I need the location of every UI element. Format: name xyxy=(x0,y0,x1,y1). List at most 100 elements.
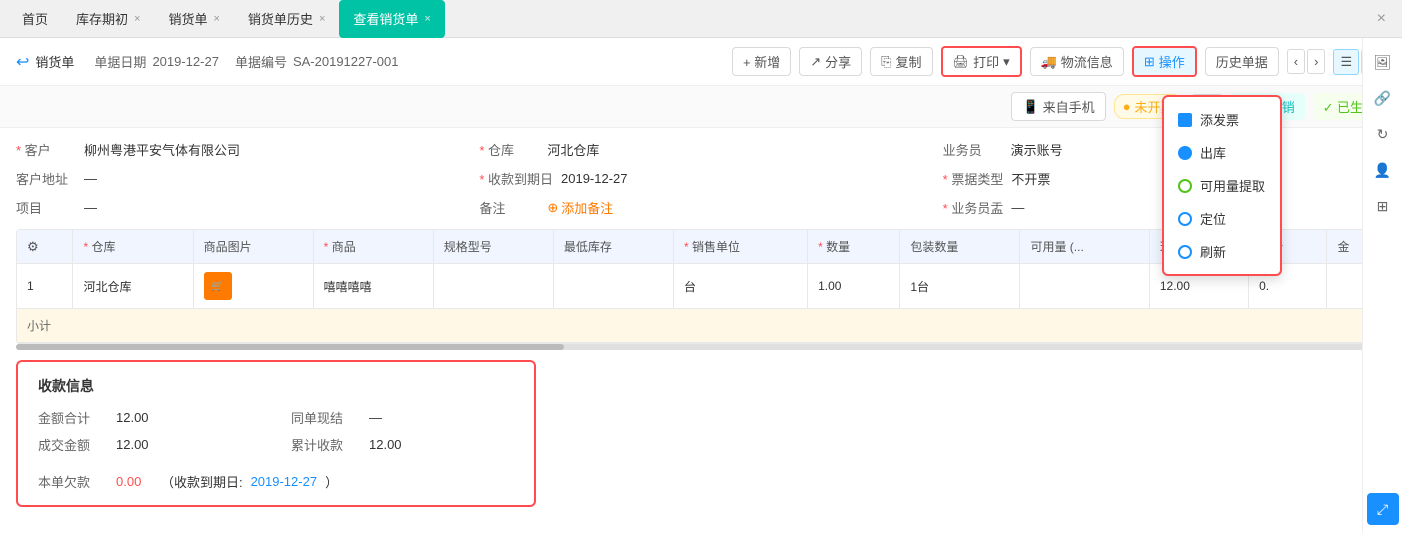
add-remark-button[interactable]: ⊕ 添加备注 xyxy=(547,198,613,217)
prev-button[interactable]: ‹ xyxy=(1287,49,1305,74)
sidebar-expand-button[interactable]: ⤢ xyxy=(1367,493,1399,525)
next-button[interactable]: › xyxy=(1307,49,1325,74)
main-content: ↩ 销货单 单据日期 2019-12-27 单据编号 SA-20191227-0… xyxy=(0,38,1402,533)
project-field: 项目 — xyxy=(16,198,459,217)
employee-label: 业务员 xyxy=(943,140,1003,159)
operate-dropdown: 添发票 出库 可用量提取 定位 刷新 xyxy=(1162,95,1282,276)
print-icon: 🖨 xyxy=(953,54,970,70)
row-spec xyxy=(433,264,553,309)
employee-value: 演示账号 xyxy=(1011,140,1063,159)
cumulative-label: 累计收款 xyxy=(291,435,361,454)
settings-icon[interactable]: ⚙ xyxy=(27,239,39,254)
document-actions: + 新增 ↗ 分享 ⎘ 复制 🖨 打印 ▾ 🚚 物流信息 ⊞ 操作 xyxy=(732,46,1386,77)
right-sidebar: 🖼 🔗 ↻ 👤 ⊞ ⤢ xyxy=(1362,38,1402,533)
address-label: 客户地址 xyxy=(16,169,76,188)
print-dropdown-icon: ▾ xyxy=(1003,54,1010,70)
col-quantity: 数量 xyxy=(808,230,900,264)
operate-icon: ⊞ xyxy=(1144,54,1155,70)
col-spec: 规格型号 xyxy=(433,230,553,264)
doc-type-label: 销货单 xyxy=(35,52,74,71)
payment-section: 收款信息 金额合计 12.00 同单现结 — 成交金额 12.00 累计收款 1… xyxy=(16,360,536,507)
document-title: ↩ 销货单 xyxy=(16,52,74,72)
truck-icon: 🚚 xyxy=(1041,54,1057,70)
sidebar-refresh-button[interactable]: ↻ xyxy=(1367,118,1399,150)
share-button[interactable]: ↗ 分享 xyxy=(799,47,862,76)
new-button[interactable]: + 新增 xyxy=(732,47,791,76)
view-list-button[interactable]: ☰ xyxy=(1333,49,1359,75)
horizontal-scrollbar[interactable] xyxy=(16,344,1386,350)
logistics-button[interactable]: 🚚 物流信息 xyxy=(1030,47,1124,76)
salesperson-value: — xyxy=(1011,200,1024,215)
same-order-value: — xyxy=(369,410,382,425)
subtotal-row: 小计 xyxy=(17,309,1385,343)
due-date-label: 收款到期日 xyxy=(479,169,553,188)
due-note xyxy=(149,474,153,489)
doc-date-item: 单据日期 2019-12-27 xyxy=(94,52,219,71)
copy-icon: ⎘ xyxy=(881,54,891,70)
due-date-field: 收款到期日 2019-12-27 xyxy=(479,169,922,188)
scroll-thumb[interactable] xyxy=(16,344,564,350)
warehouse-field: 仓库 河北仓库 xyxy=(479,140,922,159)
col-product: 商品 xyxy=(313,230,433,264)
from-phone-button[interactable]: 📱 来自手机 xyxy=(1011,92,1105,121)
payment-grid: 金额合计 12.00 同单现结 — 成交金额 12.00 累计收款 12.00 xyxy=(38,408,514,466)
tab-view-sales[interactable]: 查看销货单 × xyxy=(339,0,444,38)
project-label: 项目 xyxy=(16,198,76,217)
sidebar-link-button[interactable]: 🔗 xyxy=(1367,82,1399,114)
invoice-icon xyxy=(1178,113,1192,127)
tab-inventory-close[interactable]: × xyxy=(134,13,140,25)
sidebar-image-button[interactable]: 🖼 xyxy=(1367,46,1399,78)
share-icon: ↗ xyxy=(810,54,821,70)
nav-arrows: ‹ › xyxy=(1287,49,1326,74)
tab-history-close[interactable]: × xyxy=(319,13,325,25)
refresh-item[interactable]: 刷新 xyxy=(1164,235,1280,268)
address-field: 客户地址 — xyxy=(16,169,459,188)
print-button[interactable]: 🖨 打印 ▾ xyxy=(941,46,1022,77)
doc-date-value: 2019-12-27 xyxy=(152,54,219,69)
stock-out-icon xyxy=(1178,146,1192,160)
row-product: 嘻嘻嘻嘻 xyxy=(313,264,433,309)
operate-button[interactable]: ⊞ 操作 xyxy=(1132,46,1197,77)
warehouse-label: 仓库 xyxy=(479,140,539,159)
document-meta: 单据日期 2019-12-27 单据编号 SA-20191227-001 xyxy=(94,52,398,71)
amount-total-value: 12.00 xyxy=(116,410,149,425)
row-unit: 台 xyxy=(674,264,808,309)
customer-field: 客户 柳州粤港平安气体有限公司 xyxy=(16,140,459,159)
project-value: — xyxy=(84,200,97,215)
refresh-icon xyxy=(1178,245,1192,259)
tab-inventory[interactable]: 库存期初 × xyxy=(62,0,154,38)
subtotal-label: 小计 xyxy=(17,309,1385,343)
amount-total-row: 金额合计 12.00 xyxy=(38,408,261,427)
phone-icon: 📱 xyxy=(1022,99,1038,115)
same-order-label: 同单现结 xyxy=(291,408,361,427)
tab-sales-close[interactable]: × xyxy=(213,13,219,25)
locate-item[interactable]: 定位 xyxy=(1164,202,1280,235)
sidebar-user-button[interactable]: 👤 xyxy=(1367,154,1399,186)
doc-date-label: 单据日期 xyxy=(94,52,146,71)
tab-sales[interactable]: 销货单 × xyxy=(154,0,233,38)
cumulative-row: 累计收款 12.00 xyxy=(291,435,514,454)
stock-out-item[interactable]: 出库 xyxy=(1164,136,1280,169)
due-date-value: 2019-12-27 xyxy=(561,171,628,186)
payment-title: 收款信息 xyxy=(38,376,514,396)
doc-number-label: 单据编号 xyxy=(235,52,287,71)
col-package-qty: 包装数量 xyxy=(900,230,1020,264)
sidebar-table-button[interactable]: ⊞ xyxy=(1367,190,1399,222)
add-invoice-item[interactable]: 添发票 xyxy=(1164,103,1280,136)
tab-home[interactable]: 首页 xyxy=(8,0,62,38)
deal-amount-label: 成交金额 xyxy=(38,435,108,454)
available-extract-item[interactable]: 可用量提取 xyxy=(1164,169,1280,202)
copy-button[interactable]: ⎘ 复制 xyxy=(870,47,932,76)
col-settings: ⚙ xyxy=(17,230,73,264)
row-index: 1 xyxy=(17,264,73,309)
due-note-end: ） xyxy=(325,472,338,491)
tab-sales-history[interactable]: 销货单历史 × xyxy=(234,0,339,38)
cumulative-value: 12.00 xyxy=(369,437,402,452)
doc-type-icon: ↩ xyxy=(16,52,29,72)
window-close-button[interactable]: × xyxy=(1369,10,1394,28)
row-warehouse: 河北仓库 xyxy=(73,264,193,309)
same-order-row: 同单现结 — xyxy=(291,408,514,427)
tab-view-close[interactable]: × xyxy=(424,13,430,25)
history-button[interactable]: 历史单据 xyxy=(1205,47,1279,76)
plus-icon: ⊕ xyxy=(547,200,558,216)
